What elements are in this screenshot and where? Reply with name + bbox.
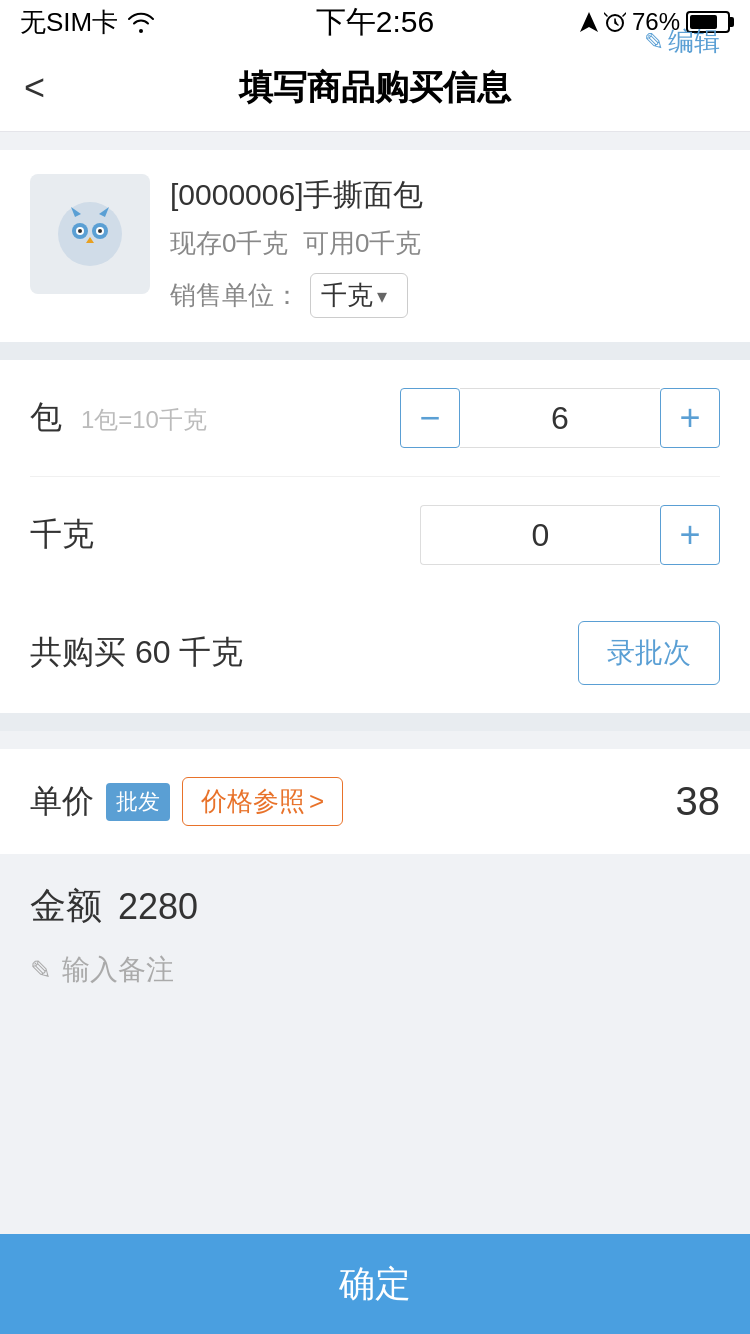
status-left: 无SIM卡 [20, 5, 156, 40]
status-time: 下午2:56 [316, 2, 434, 43]
svg-point-1 [58, 202, 122, 266]
product-card: [0000006]手撕面包 现存0千克 可用0千克 销售单位： 千克 ▾ ✎ 编… [0, 150, 750, 342]
status-bar: 无SIM卡 下午2:56 76% [0, 0, 750, 44]
amount-row: 金额 2280 [30, 882, 720, 931]
amount-value: 2280 [118, 886, 198, 928]
price-ref-label: 价格参照 [201, 784, 305, 819]
location-icon [580, 12, 598, 32]
edit-button[interactable]: ✎ 编辑 [644, 24, 720, 59]
package-label: 包 1包=10千克 [30, 396, 400, 440]
page-title: 填写商品购买信息 [239, 65, 511, 111]
product-logo [55, 199, 125, 269]
package-hint: 1包=10千克 [81, 406, 207, 433]
price-section: 单价 批发 价格参照 > 38 [0, 749, 750, 854]
total-section: 共购买 60 千克 录批次 [0, 593, 750, 713]
amount-section: 金额 2280 ✎ 输入备注 [0, 854, 750, 1009]
record-batch-button[interactable]: 录批次 [578, 621, 720, 685]
amount-label: 金额 [30, 882, 102, 931]
back-button[interactable]: < [24, 67, 45, 109]
price-ref-arrow: > [309, 786, 324, 817]
price-label: 单价 [30, 780, 94, 824]
product-name: [0000006]手撕面包 [170, 174, 720, 216]
svg-point-7 [98, 229, 102, 233]
unit-select[interactable]: 千克 ▾ [310, 273, 408, 318]
unit-value: 千克 [321, 278, 373, 313]
kg-label: 千克 [30, 513, 420, 557]
nav-bar: < 填写商品购买信息 [0, 44, 750, 132]
package-controls: − + [400, 388, 720, 448]
edit-label: 编辑 [668, 24, 720, 59]
kg-increment-button[interactable]: + [660, 505, 720, 565]
price-ref-button[interactable]: 价格参照 > [182, 777, 343, 826]
note-text: 输入备注 [62, 951, 174, 989]
kg-controls: + [420, 505, 720, 565]
note-row[interactable]: ✎ 输入备注 [30, 951, 720, 1009]
carrier-text: 无SIM卡 [20, 5, 118, 40]
edit-icon: ✎ [644, 28, 664, 56]
confirm-button[interactable]: 确定 [0, 1234, 750, 1334]
unit-label: 销售单位： [170, 278, 300, 313]
product-unit-row: 销售单位： 千克 ▾ [170, 273, 720, 318]
svg-point-6 [78, 229, 82, 233]
price-left: 单价 批发 价格参照 > [30, 777, 343, 826]
product-image [30, 174, 150, 294]
total-text: 共购买 60 千克 [30, 631, 243, 675]
product-info: [0000006]手撕面包 现存0千克 可用0千克 销售单位： 千克 ▾ [170, 174, 720, 318]
package-decrement-button[interactable]: − [400, 388, 460, 448]
alarm-icon [604, 11, 626, 33]
quantity-section: 包 1包=10千克 − + 千克 + [0, 360, 750, 593]
price-tag: 批发 [106, 783, 170, 821]
kg-quantity-row: 千克 + [30, 477, 720, 593]
price-value: 38 [676, 779, 721, 824]
product-stock: 现存0千克 可用0千克 [170, 226, 720, 261]
kg-input[interactable] [420, 505, 660, 565]
package-input[interactable] [460, 388, 660, 448]
pencil-icon: ✎ [30, 955, 52, 986]
unit-dropdown-arrow: ▾ [377, 284, 387, 308]
package-increment-button[interactable]: + [660, 388, 720, 448]
wifi-icon [126, 11, 156, 33]
section-divider-2 [0, 713, 750, 731]
section-divider-1 [0, 342, 750, 360]
package-quantity-row: 包 1包=10千克 − + [30, 360, 720, 477]
